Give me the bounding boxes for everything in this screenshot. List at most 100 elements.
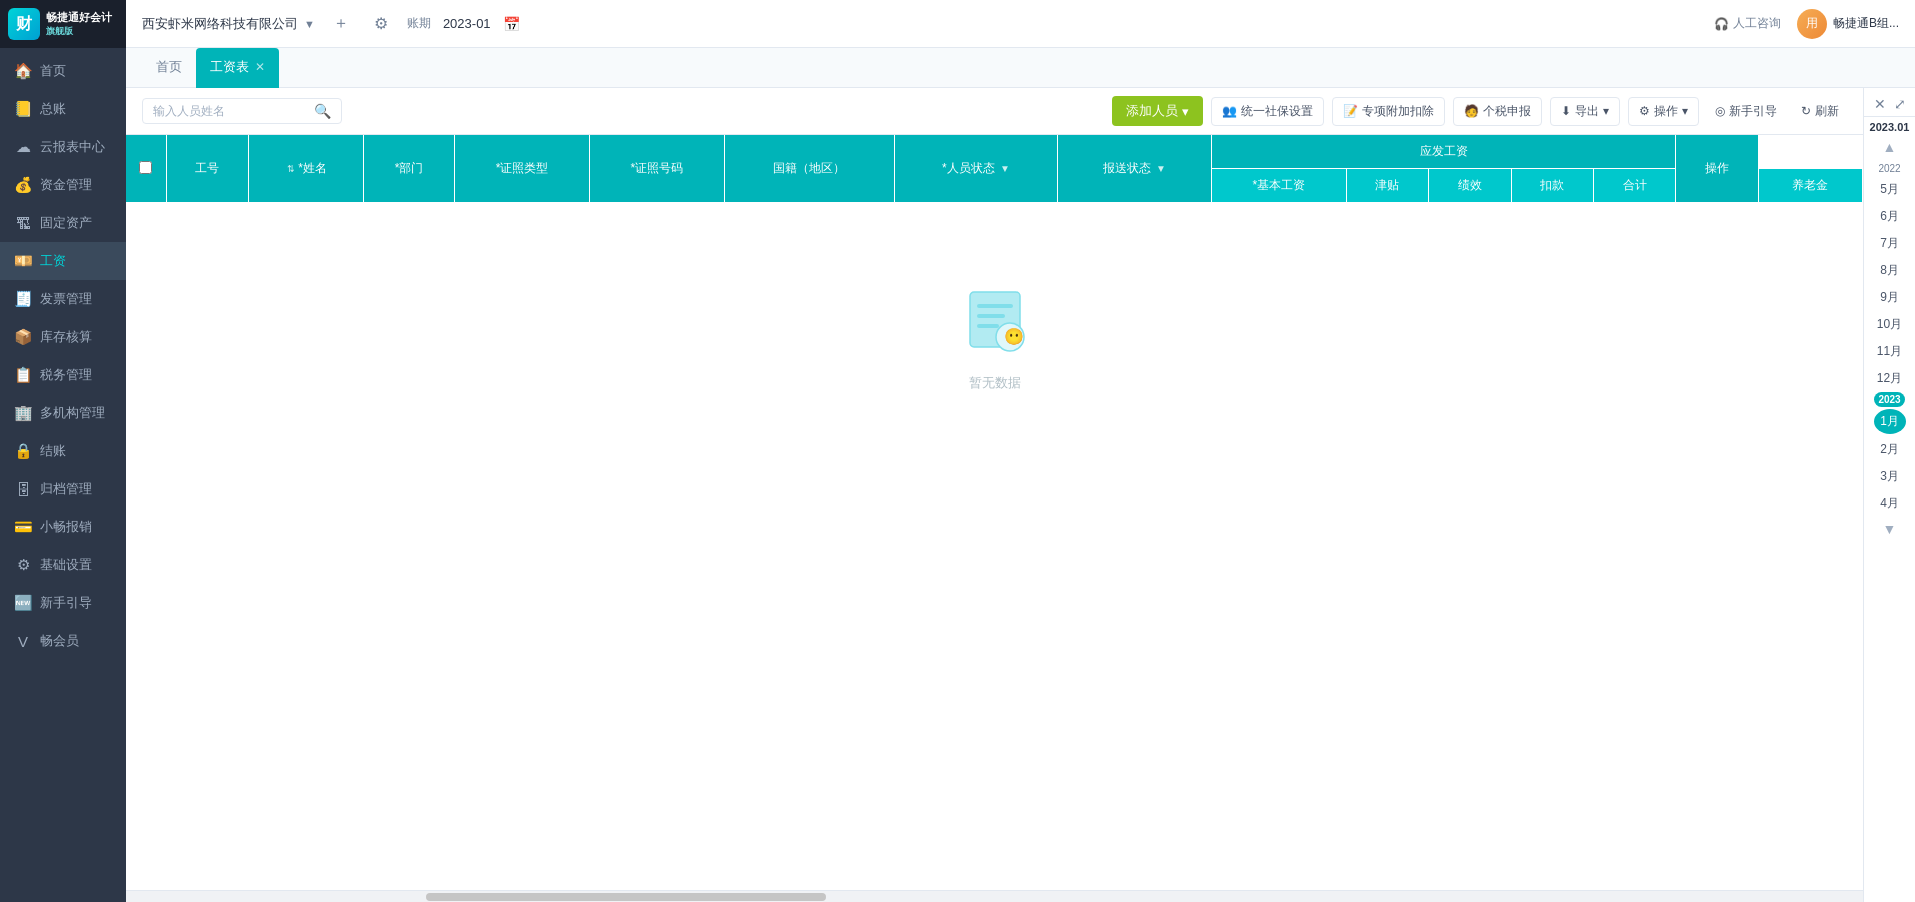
right-panel: ✕ ⤢ 2023.01 ▲ 2022 5月 6月 7月 8月 9月 10月 11… [1863, 88, 1915, 902]
guide-button[interactable]: ◎ 新手引导 [1707, 98, 1785, 125]
month-2022-12[interactable]: 12月 [1864, 365, 1915, 392]
sidebar-item-cloud-report[interactable]: ☁ 云报表中心 [0, 128, 126, 166]
sidebar-item-fixed-asset[interactable]: 🏗 固定资产 [0, 204, 126, 242]
panel-close-icon[interactable]: ✕ [1874, 96, 1886, 112]
month-2022-5[interactable]: 5月 [1864, 176, 1915, 203]
month-2022-9[interactable]: 9月 [1864, 284, 1915, 311]
operations-chevron-icon: ▾ [1682, 104, 1688, 118]
sidebar-item-close[interactable]: 🔒 结账 [0, 432, 126, 470]
sidebar-item-archive[interactable]: 🗄 归档管理 [0, 470, 126, 508]
sidebar-item-expense[interactable]: 💳 小畅报销 [0, 508, 126, 546]
app-logo: 财 畅捷通好会计 旗舰版 [0, 0, 126, 48]
th-pension: 养老金 [1758, 169, 1862, 203]
company-selector[interactable]: 西安虾米网络科技有限公司 ▼ [142, 15, 315, 33]
refresh-label: 刷新 [1815, 103, 1839, 120]
topbar: 西安虾米网络科技有限公司 ▼ ＋ ⚙ 账期 2023-01 📅 🎧 人工咨询 用… [126, 0, 1915, 48]
th-id-type: *证照类型 [455, 135, 590, 202]
operations-button[interactable]: ⚙ 操作 ▾ [1628, 97, 1699, 126]
sidebar-item-home[interactable]: 🏠 首页 [0, 52, 126, 90]
panel-expand-icon[interactable]: ⤢ [1894, 96, 1906, 112]
personal-tax-button[interactable]: 🧑 个税申报 [1453, 97, 1542, 126]
panel-controls: ✕ ⤢ [1864, 92, 1915, 117]
content-wrapper: 🔍 添加人员 ▾ 👥 统一社保设置 📝 专项附加扣除 [126, 88, 1915, 902]
current-period-display: 2023.01 [1870, 117, 1910, 135]
social-security-button[interactable]: 👥 统一社保设置 [1211, 97, 1324, 126]
toolbar-right: 添加人员 ▾ 👥 统一社保设置 📝 专项附加扣除 🧑 个税申报 [1112, 96, 1847, 126]
empty-illustration: 😶 [955, 282, 1035, 362]
operations-label: 操作 [1654, 103, 1678, 120]
tab-home[interactable]: 首页 [142, 48, 196, 88]
tab-salary-close-icon[interactable]: ✕ [255, 60, 265, 74]
add-dropdown-icon: ▾ [1182, 104, 1189, 119]
sidebar-item-ledger-label: 总账 [40, 100, 66, 118]
tab-salary[interactable]: 工资表 ✕ [196, 48, 279, 88]
sidebar-item-multi-org-label: 多机构管理 [40, 404, 105, 422]
month-2022-6[interactable]: 6月 [1864, 203, 1915, 230]
logo-icon: 财 [8, 8, 40, 40]
add-person-label: 添加人员 [1126, 102, 1178, 120]
sidebar-item-ledger[interactable]: 📒 总账 [0, 90, 126, 128]
social-security-icon: 👥 [1222, 104, 1237, 118]
month-2023-3[interactable]: 3月 [1864, 463, 1915, 490]
report-filter-icon[interactable]: ▼ [1156, 163, 1166, 174]
export-button[interactable]: ⬇ 导出 ▾ [1550, 97, 1620, 126]
guide-label: 新手引导 [1729, 103, 1777, 120]
sidebar-item-fund-label: 资金管理 [40, 176, 92, 194]
month-2022-8[interactable]: 8月 [1864, 257, 1915, 284]
status-filter-icon[interactable]: ▼ [1000, 163, 1010, 174]
tabbar: 首页 工资表 ✕ [126, 48, 1915, 88]
company-chevron-icon: ▼ [304, 18, 315, 30]
month-2022-10[interactable]: 10月 [1864, 311, 1915, 338]
th-check[interactable] [126, 135, 166, 202]
month-2023-2[interactable]: 2月 [1864, 436, 1915, 463]
sidebar-item-guide[interactable]: 🆕 新手引导 [0, 584, 126, 622]
salary-table: 工号 ⇅ *姓名 *部门 *证照类型 *证照号码 国籍（地区） *人员状态 ▼ [126, 135, 1863, 202]
sidebar-item-settings-label: 基础设置 [40, 556, 92, 574]
select-all-checkbox[interactable] [139, 161, 152, 174]
main-area: 西安虾米网络科技有限公司 ▼ ＋ ⚙ 账期 2023-01 📅 🎧 人工咨询 用… [126, 0, 1915, 902]
sidebar: 财 畅捷通好会计 旗舰版 🏠 首页 📒 总账 ☁ 云报表中心 💰 资金管理 🏗 … [0, 0, 126, 902]
sidebar-nav: 🏠 首页 📒 总账 ☁ 云报表中心 💰 资金管理 🏗 固定资产 💴 工资 🧾 发… [0, 48, 126, 902]
company-name: 西安虾米网络科技有限公司 [142, 15, 298, 33]
month-2022-7[interactable]: 7月 [1864, 230, 1915, 257]
settings-button[interactable]: ⚙ [367, 10, 395, 38]
special-deduction-button[interactable]: 📝 专项附加扣除 [1332, 97, 1445, 126]
scroll-down-button[interactable]: ▼ [1864, 517, 1915, 541]
add-company-button[interactable]: ＋ [327, 10, 355, 38]
period-value: 2023-01 [443, 16, 491, 31]
table-wrap: 工号 ⇅ *姓名 *部门 *证照类型 *证照号码 国籍（地区） *人员状态 ▼ [126, 135, 1863, 890]
month-2023-1[interactable]: 1月 [1874, 409, 1906, 434]
year-2023-badge: 2023 [1874, 392, 1904, 407]
calendar-icon[interactable]: 📅 [503, 16, 520, 32]
sidebar-item-salary[interactable]: 💴 工资 [0, 242, 126, 280]
sidebar-item-fund[interactable]: 💰 资金管理 [0, 166, 126, 204]
th-status: *人员状态 ▼ [895, 135, 1058, 202]
personal-tax-label: 个税申报 [1483, 103, 1531, 120]
sidebar-item-tax[interactable]: 📋 税务管理 [0, 356, 126, 394]
service-button[interactable]: 🎧 人工咨询 [1714, 15, 1781, 32]
bottom-scrollbar[interactable] [126, 890, 1863, 902]
scroll-up-button[interactable]: ▲ [1864, 135, 1915, 159]
sidebar-item-settings[interactable]: ⚙ 基础设置 [0, 546, 126, 584]
sidebar-item-member[interactable]: V 畅会员 [0, 622, 126, 660]
home-icon: 🏠 [14, 62, 32, 80]
tax-icon: 📋 [14, 366, 32, 384]
close-books-icon: 🔒 [14, 442, 32, 460]
refresh-button[interactable]: ↻ 刷新 [1793, 98, 1847, 125]
search-input-wrap[interactable]: 🔍 [142, 98, 342, 124]
month-2023-4[interactable]: 4月 [1864, 490, 1915, 517]
sidebar-item-inventory[interactable]: 📦 库存核算 [0, 318, 126, 356]
search-input[interactable] [153, 104, 308, 118]
user-info[interactable]: 用 畅捷通B组... [1797, 9, 1899, 39]
invoice-icon: 🧾 [14, 290, 32, 308]
month-2022-11[interactable]: 11月 [1864, 338, 1915, 365]
salary-icon: 💴 [14, 252, 32, 270]
add-person-button[interactable]: 添加人员 ▾ [1112, 96, 1203, 126]
sidebar-item-multi-org[interactable]: 🏢 多机构管理 [0, 394, 126, 432]
th-report-status: 报送状态 ▼ [1057, 135, 1211, 202]
special-deduction-icon: 📝 [1343, 104, 1358, 118]
sidebar-item-invoice[interactable]: 🧾 发票管理 [0, 280, 126, 318]
headset-icon: 🎧 [1714, 17, 1729, 31]
sidebar-item-invoice-label: 发票管理 [40, 290, 92, 308]
th-action: 操作 [1676, 135, 1758, 202]
